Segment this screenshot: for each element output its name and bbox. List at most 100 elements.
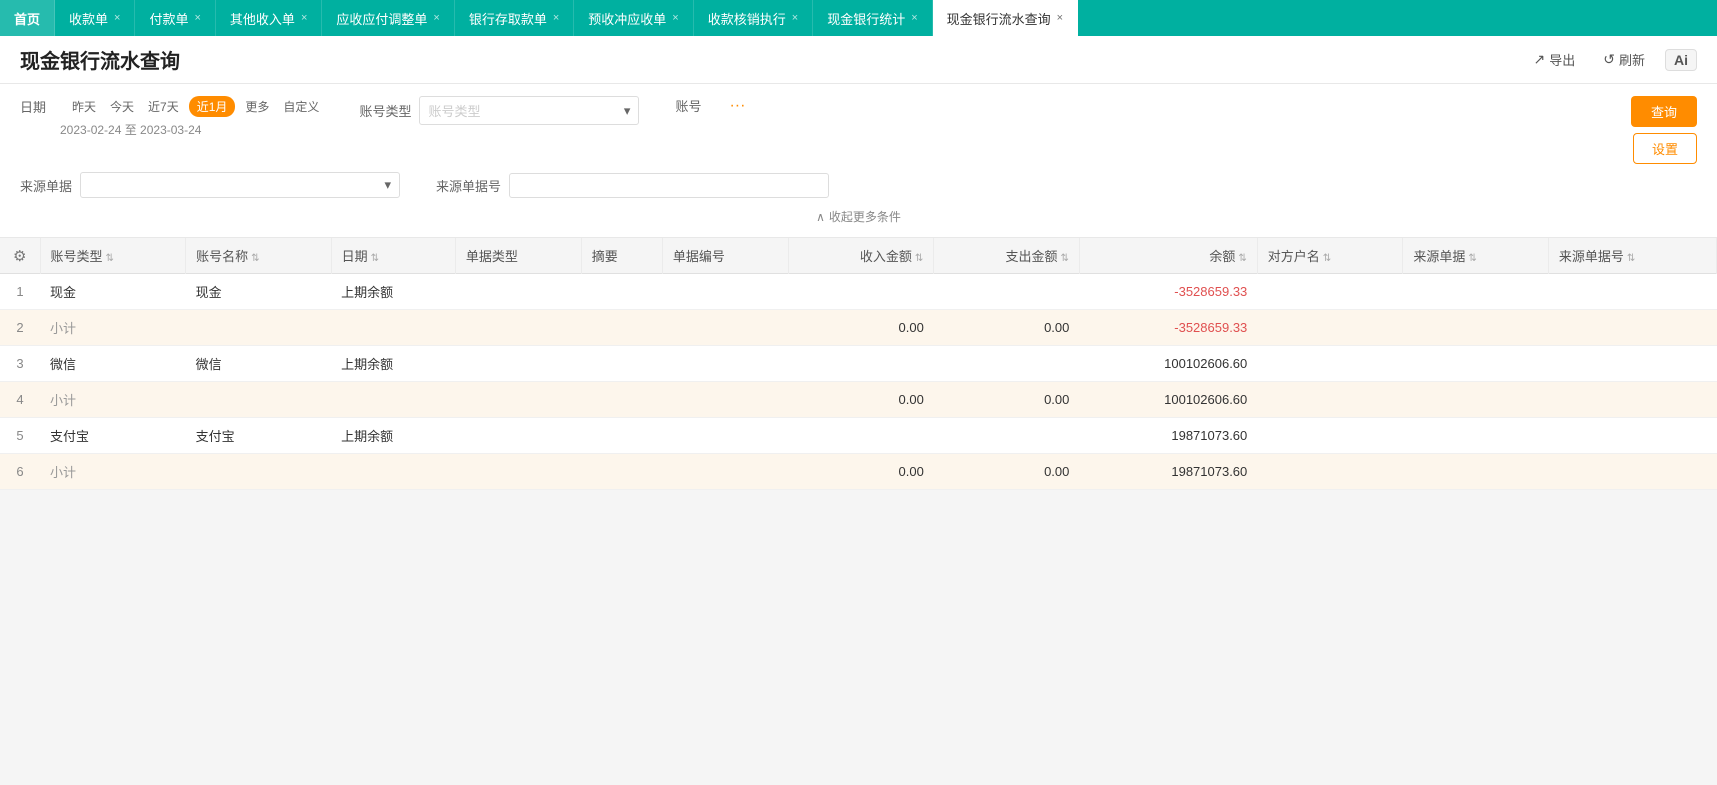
cell-expense bbox=[934, 274, 1080, 310]
cell-account-name: 微信 bbox=[186, 346, 332, 382]
source-doc-no-label: 来源单据号 bbox=[436, 176, 501, 195]
source-doc-no-input[interactable] bbox=[509, 173, 829, 198]
table-row: 3 微信 微信 上期余额 100102606.60 bbox=[0, 346, 1717, 382]
cell-source-doc bbox=[1403, 418, 1549, 454]
col-counterparty[interactable]: 对方户名⇅ bbox=[1257, 238, 1403, 274]
header-actions: ↗ 导出 ↺ 刷新 Ai bbox=[1526, 46, 1698, 73]
col-source-doc-no[interactable]: 来源单据号⇅ bbox=[1548, 238, 1716, 274]
table-row: 2 小计 0.00 0.00 -3528659.33 bbox=[0, 310, 1717, 346]
cell-balance: 19871073.60 bbox=[1079, 454, 1257, 490]
close-bank-deposit-icon[interactable]: × bbox=[553, 12, 559, 24]
page-header: 现金银行流水查询 ↗ 导出 ↺ 刷新 Ai bbox=[0, 36, 1717, 84]
nav-item-payment[interactable]: 付款单 × bbox=[135, 0, 215, 36]
refresh-icon: ↺ bbox=[1603, 51, 1615, 68]
nav-item-other-income[interactable]: 其他收入单 × bbox=[216, 0, 322, 36]
close-prepay-icon[interactable]: × bbox=[672, 12, 678, 24]
col-income[interactable]: 收入金额⇅ bbox=[788, 238, 934, 274]
account-type-select[interactable]: 账号类型 ▾ bbox=[419, 96, 639, 125]
refresh-button[interactable]: ↺ 刷新 bbox=[1595, 46, 1653, 73]
close-payment-icon[interactable]: × bbox=[194, 12, 200, 24]
cell-summary bbox=[581, 274, 662, 310]
close-stats-icon[interactable]: × bbox=[911, 12, 917, 24]
export-button[interactable]: ↗ 导出 bbox=[1526, 46, 1584, 73]
subtotal-label: 小计 bbox=[50, 321, 76, 336]
date-btn-7days[interactable]: 近7天 bbox=[144, 96, 183, 117]
cell-expense bbox=[934, 418, 1080, 454]
date-btn-1month[interactable]: 近1月 bbox=[189, 96, 236, 117]
col-gear[interactable]: ⚙ bbox=[0, 238, 40, 274]
nav-item-receipt[interactable]: 收款单 × bbox=[55, 0, 135, 36]
query-button[interactable]: 查询 bbox=[1631, 96, 1697, 127]
close-verify-icon[interactable]: × bbox=[792, 12, 798, 24]
cell-account-type: 现金 bbox=[40, 274, 186, 310]
col-balance[interactable]: 余额⇅ bbox=[1079, 238, 1257, 274]
cell-counterparty bbox=[1257, 274, 1403, 310]
nav-item-home[interactable]: 首页 bbox=[0, 0, 55, 36]
date-range: 2023-02-24 至 2023-03-24 bbox=[60, 123, 201, 137]
cell-income: 0.00 bbox=[788, 454, 934, 490]
date-btn-more[interactable]: 更多 bbox=[241, 96, 273, 117]
cell-source-doc-no bbox=[1548, 346, 1716, 382]
ai-button[interactable]: Ai bbox=[1665, 49, 1697, 71]
date-btn-today[interactable]: 今天 bbox=[106, 96, 138, 117]
close-other-income-icon[interactable]: × bbox=[301, 12, 307, 24]
col-account-type[interactable]: 账号类型⇅ bbox=[40, 238, 186, 274]
date-btn-yesterday[interactable]: 昨天 bbox=[68, 96, 100, 117]
close-adjustment-icon[interactable]: × bbox=[433, 12, 439, 24]
cell-income bbox=[788, 274, 934, 310]
subtotal-label: 小计 bbox=[50, 393, 76, 408]
sort-source-doc-icon: ⇅ bbox=[1468, 253, 1476, 264]
cell-account-type: 小计 bbox=[40, 310, 186, 346]
cell-summary bbox=[581, 454, 662, 490]
cell-counterparty bbox=[1257, 346, 1403, 382]
cell-date bbox=[331, 310, 455, 346]
cell-expense: 0.00 bbox=[934, 454, 1080, 490]
cell-source-doc bbox=[1403, 274, 1549, 310]
nav-item-flow-query[interactable]: 现金银行流水查询 × bbox=[933, 0, 1078, 36]
source-doc-group: 来源单据 ▾ bbox=[20, 172, 400, 198]
nav-item-stats[interactable]: 现金银行统计 × bbox=[813, 0, 932, 36]
export-icon: ↗ bbox=[1534, 51, 1546, 68]
cell-source-doc bbox=[1403, 346, 1549, 382]
cell-doc-type bbox=[455, 418, 581, 454]
cell-expense: 0.00 bbox=[934, 310, 1080, 346]
settings-button[interactable]: 设置 bbox=[1633, 133, 1697, 164]
cell-date bbox=[331, 382, 455, 418]
cell-income bbox=[788, 346, 934, 382]
source-doc-chevron-icon: ▾ bbox=[384, 177, 391, 193]
sort-income-icon: ⇅ bbox=[915, 253, 923, 264]
col-expense[interactable]: 支出金额⇅ bbox=[934, 238, 1080, 274]
col-source-doc[interactable]: 来源单据⇅ bbox=[1403, 238, 1549, 274]
cell-counterparty bbox=[1257, 454, 1403, 490]
sort-date-icon: ⇅ bbox=[371, 253, 379, 264]
sort-counterparty-icon: ⇅ bbox=[1323, 253, 1331, 264]
cell-doc-no bbox=[662, 274, 788, 310]
source-doc-no-group: 来源单据号 bbox=[436, 173, 829, 198]
close-flow-query-icon[interactable]: × bbox=[1057, 12, 1063, 24]
nav-item-verify[interactable]: 收款核销执行 × bbox=[694, 0, 813, 36]
gear-icon[interactable]: ⚙ bbox=[13, 248, 26, 265]
nav-item-prepay[interactable]: 预收冲应收单 × bbox=[574, 0, 693, 36]
cell-counterparty bbox=[1257, 418, 1403, 454]
collapse-bar[interactable]: ∧ 收起更多条件 bbox=[20, 204, 1697, 229]
account-label: 账号 bbox=[675, 96, 715, 115]
cell-doc-no bbox=[662, 310, 788, 346]
cell-doc-type bbox=[455, 310, 581, 346]
table-header-row: ⚙ 账号类型⇅ 账号名称⇅ 日期⇅ 单据类型 摘要 单据编号 bbox=[0, 238, 1717, 274]
cell-source-doc bbox=[1403, 310, 1549, 346]
col-account-name[interactable]: 账号名称⇅ bbox=[186, 238, 332, 274]
cell-source-doc bbox=[1403, 382, 1549, 418]
nav-item-adjustment[interactable]: 应收应付调整单 × bbox=[322, 0, 454, 36]
page-title: 现金银行流水查询 bbox=[20, 45, 180, 74]
close-receipt-icon[interactable]: × bbox=[114, 12, 120, 24]
date-btn-custom[interactable]: 自定义 bbox=[279, 96, 323, 117]
source-doc-select[interactable]: ▾ bbox=[80, 172, 400, 198]
cell-date: 上期余额 bbox=[331, 418, 455, 454]
col-date[interactable]: 日期⇅ bbox=[331, 238, 455, 274]
account-ellipsis-button[interactable]: ··· bbox=[723, 97, 751, 115]
nav-item-bank-deposit[interactable]: 银行存取款单 × bbox=[455, 0, 574, 36]
cell-counterparty bbox=[1257, 310, 1403, 346]
cell-account-type: 小计 bbox=[40, 382, 186, 418]
cell-expense bbox=[934, 346, 1080, 382]
cell-index: 6 bbox=[0, 454, 40, 490]
